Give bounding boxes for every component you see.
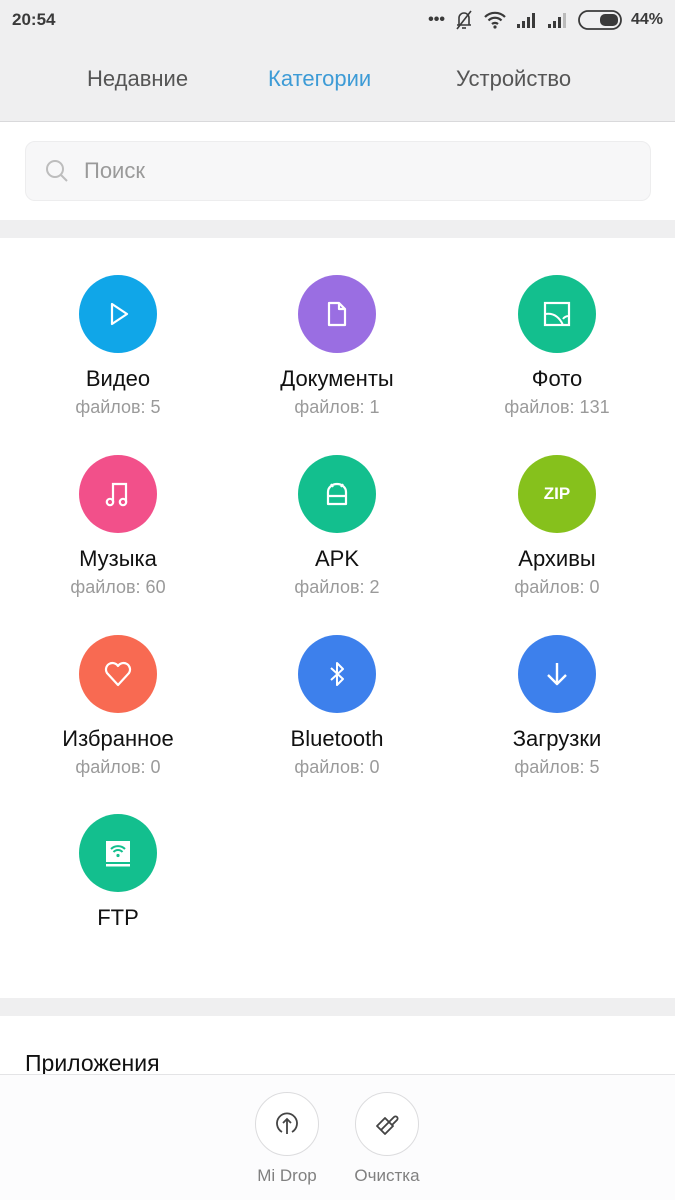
document-icon (298, 275, 376, 353)
apps-section-title: Приложения (25, 1050, 160, 1076)
cleaner-label: Очистка (354, 1166, 420, 1185)
more-dots-icon: ••• (428, 11, 445, 28)
image-icon (518, 275, 596, 353)
download-icon (518, 635, 596, 713)
category-count: файлов: 5 (75, 397, 161, 417)
category-documents[interactable]: Документы файлов: 1 (227, 275, 447, 418)
cleaner-button[interactable]: Очистка (342, 1092, 432, 1186)
tab-bar: Недавние Категории Устройство (0, 40, 675, 122)
tab-device[interactable]: Устройство (456, 66, 571, 92)
category-favorites[interactable]: Избранное файлов: 0 (8, 635, 228, 778)
category-count: файлов: 1 (294, 397, 380, 417)
category-archives[interactable]: ZIP Архивы файлов: 0 (447, 455, 667, 598)
category-photos[interactable]: Фото файлов: 131 (447, 275, 667, 418)
category-apk[interactable]: APK файлов: 2 (227, 455, 447, 598)
category-video[interactable]: Видео файлов: 5 (8, 275, 228, 418)
tab-categories[interactable]: Категории (268, 66, 371, 92)
search-area (0, 122, 675, 220)
status-icons: ••• 44% (428, 9, 663, 31)
tab-recent[interactable]: Недавние (87, 66, 188, 92)
category-count: файлов: 0 (75, 757, 161, 777)
android-icon (298, 455, 376, 533)
mi-drop-icon (255, 1092, 319, 1156)
category-name: Музыка (79, 546, 157, 571)
search-input[interactable] (84, 158, 584, 184)
bottom-bar: Mi Drop Очистка (0, 1074, 675, 1200)
category-count: файлов: 5 (514, 757, 600, 777)
zip-icon: ZIP (518, 455, 596, 533)
category-downloads[interactable]: Загрузки файлов: 5 (447, 635, 667, 778)
apps-section: Приложения (0, 1016, 675, 1076)
category-music[interactable]: Музыка файлов: 60 (8, 455, 228, 598)
category-name: Архивы (518, 546, 596, 571)
category-name: Bluetooth (290, 726, 384, 751)
battery-percent: 44% (630, 11, 663, 28)
category-name: Избранное (62, 726, 174, 751)
ftp-wifi-icon (79, 814, 157, 892)
bluetooth-icon (298, 635, 376, 713)
category-grid: Видео файлов: 5 Документы файлов: 1 Фото… (0, 238, 675, 998)
category-bluetooth[interactable]: Bluetooth файлов: 0 (227, 635, 447, 778)
category-name: Загрузки (512, 726, 602, 751)
category-name: Видео (85, 366, 151, 391)
category-name: Документы (280, 366, 394, 391)
section-divider (0, 220, 675, 238)
category-count: файлов: 2 (294, 577, 380, 597)
category-count: файлов: 60 (70, 577, 166, 597)
signal-weak-icon (547, 13, 566, 28)
category-name: Фото (531, 366, 583, 391)
heart-icon (79, 635, 157, 713)
status-time: 20:54 (12, 10, 56, 29)
mi-drop-button[interactable]: Mi Drop (242, 1092, 332, 1186)
category-count: файлов: 0 (294, 757, 380, 777)
category-count: файлов: 131 (504, 397, 610, 417)
bell-muted-icon (456, 10, 472, 30)
battery-icon (578, 10, 622, 30)
search-box[interactable] (25, 141, 651, 201)
broom-icon (355, 1092, 419, 1156)
category-name: FTP (97, 905, 139, 930)
category-count: файлов: 0 (514, 577, 600, 597)
music-note-icon (79, 455, 157, 533)
section-divider (0, 998, 675, 1016)
wifi-icon (484, 11, 506, 29)
category-ftp[interactable]: FTP (8, 814, 228, 931)
mi-drop-label: Mi Drop (257, 1166, 317, 1185)
category-name: APK (314, 546, 360, 571)
play-icon (79, 275, 157, 353)
search-icon (46, 160, 68, 182)
status-bar: 20:54 ••• 44% (0, 0, 675, 40)
signal-icon (516, 13, 535, 28)
